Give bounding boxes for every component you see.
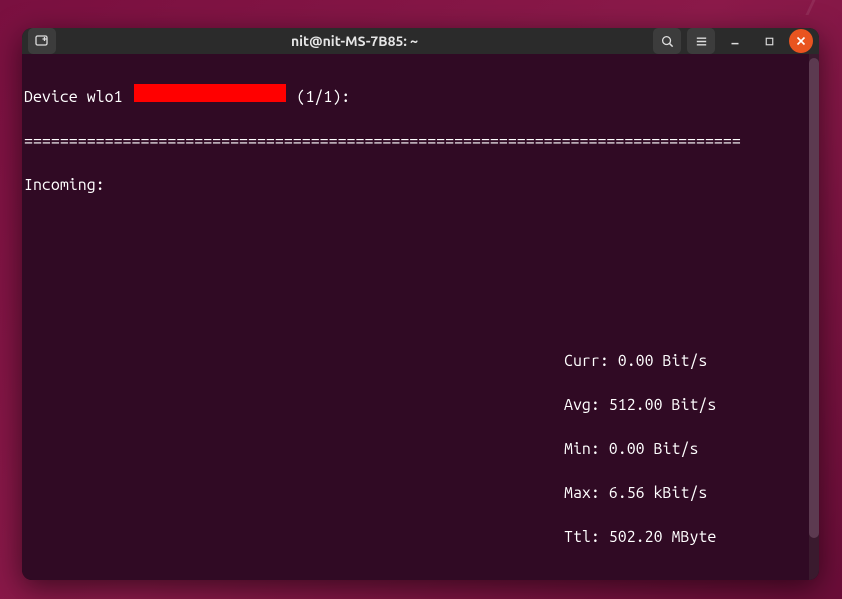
new-tab-icon: [34, 33, 50, 49]
minimize-button[interactable]: [721, 28, 749, 54]
search-icon: [660, 34, 675, 49]
scrollbar-thumb[interactable]: [809, 58, 819, 538]
new-tab-button[interactable]: [28, 28, 56, 54]
maximize-icon: [763, 35, 776, 48]
hamburger-icon: [694, 34, 709, 49]
minimize-icon: [728, 34, 742, 48]
incoming-ttl: Ttl: 502.20 MByte: [564, 526, 801, 548]
incoming-avg: Avg: 512.00 Bit/s: [564, 394, 801, 416]
menu-button[interactable]: [687, 28, 715, 54]
incoming-max: Max: 6.56 kBit/s: [564, 482, 801, 504]
redacted-block: [134, 84, 286, 102]
incoming-curr: Curr: 0.00 Bit/s: [564, 350, 801, 372]
divider-line: ========================================…: [24, 130, 801, 152]
maximize-button[interactable]: [755, 28, 783, 54]
incoming-label: Incoming:: [24, 174, 801, 196]
search-button[interactable]: [653, 28, 681, 54]
device-prefix: Device wlo1: [24, 86, 132, 108]
close-icon: [795, 35, 807, 47]
scrollbar-track[interactable]: [809, 54, 819, 580]
window-title: nit@nit-MS-7B85: ~: [62, 33, 647, 49]
incoming-min: Min: 0.00 Bit/s: [564, 438, 801, 460]
titlebar: nit@nit-MS-7B85: ~: [22, 28, 819, 54]
close-button[interactable]: [789, 29, 813, 53]
device-line: Device wlo1 (1/1):: [24, 84, 801, 108]
terminal-content[interactable]: Device wlo1 (1/1): =====================…: [22, 54, 809, 580]
desktop-background: nit@nit-MS-7B85: ~: [0, 0, 842, 599]
incoming-stats: Curr: 0.00 Bit/s Avg: 512.00 Bit/s Min: …: [564, 328, 801, 570]
terminal-window: nit@nit-MS-7B85: ~: [22, 28, 819, 580]
device-suffix: (1/1):: [288, 86, 351, 108]
